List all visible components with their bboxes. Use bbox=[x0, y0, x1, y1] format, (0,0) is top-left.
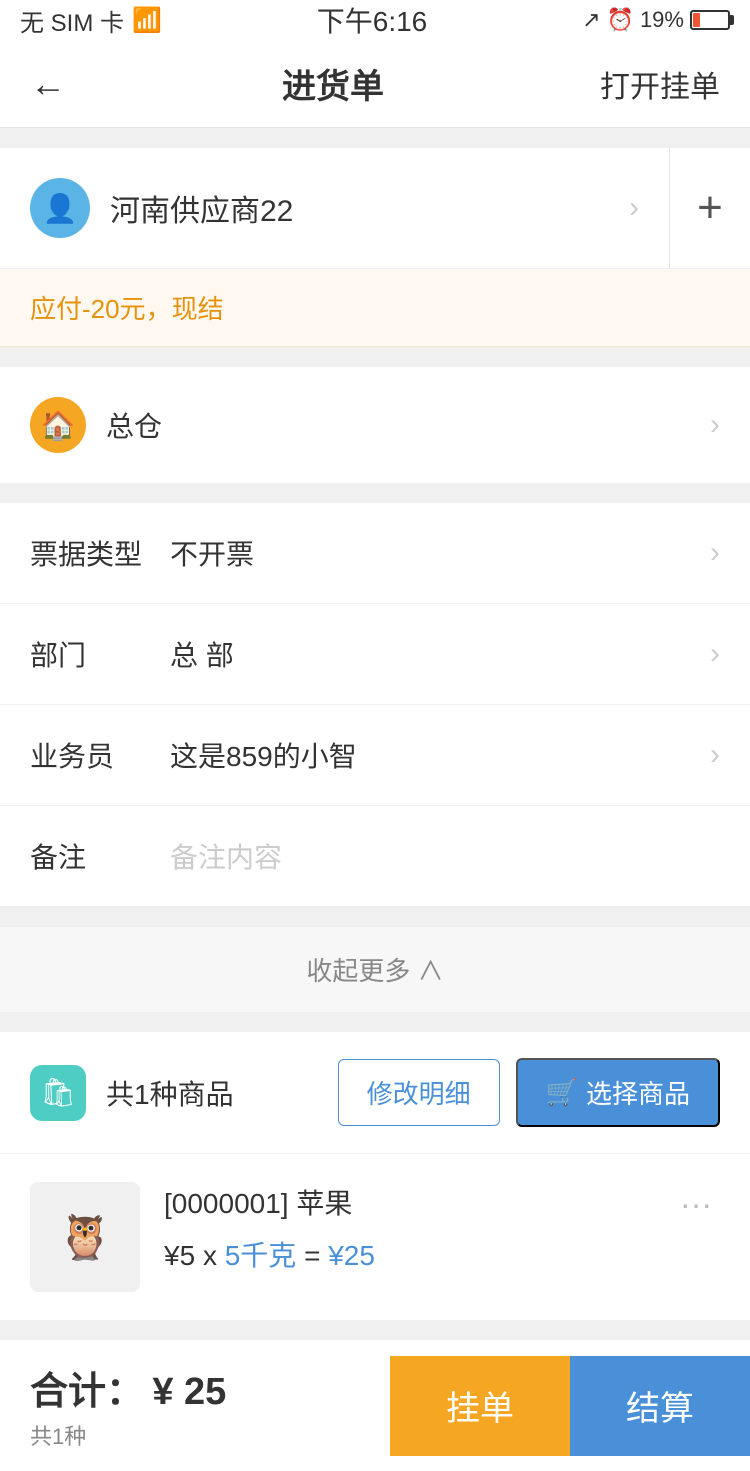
carrier-text: 无 SIM 卡 bbox=[20, 3, 124, 38]
checkout-button[interactable]: 结算 bbox=[570, 1356, 750, 1456]
supplier-avatar: 👤 bbox=[30, 178, 90, 238]
product-info: [0000001] 苹果 ¥5 x 5千克 = ¥25 bbox=[164, 1182, 672, 1274]
notice-text: 应付-20元，现结 bbox=[30, 294, 224, 324]
select-product-button[interactable]: 🛒 选择商品 bbox=[516, 1058, 720, 1127]
total-amount: ¥ 25 bbox=[152, 1371, 226, 1413]
status-right: ↗ ⏰ 19% bbox=[582, 7, 730, 33]
notice-banner: 应付-20元，现结 bbox=[0, 269, 750, 347]
wifi-icon: 📶 bbox=[132, 6, 162, 35]
price-equals: = bbox=[304, 1240, 328, 1271]
edit-detail-button[interactable]: 修改明细 bbox=[338, 1059, 500, 1126]
footer-total: 合计： ¥ 25 共1种 bbox=[0, 1340, 390, 1471]
total-amount-row: 合计： ¥ 25 bbox=[30, 1360, 360, 1415]
product-thumb-icon: 🦉 bbox=[58, 1211, 113, 1263]
page-title: 进货单 bbox=[282, 59, 384, 108]
invoice-row[interactable]: 票据类型 不开票 › bbox=[0, 503, 750, 604]
open-hang-button[interactable]: 打开挂单 bbox=[600, 62, 720, 106]
content-area: 👤 河南供应商22 › + 应付-20元，现结 🏠 总仓 › 票据类型 不开票 … bbox=[0, 148, 750, 1471]
invoice-value: 不开票 bbox=[170, 533, 710, 573]
select-product-label: 选择商品 bbox=[586, 1074, 690, 1111]
warehouse-row[interactable]: 🏠 总仓 › bbox=[0, 367, 750, 483]
footer: 合计： ¥ 25 共1种 挂单 结算 bbox=[0, 1340, 750, 1471]
remark-input[interactable]: 备注内容 bbox=[170, 836, 720, 876]
alarm-icon: ⏰ bbox=[607, 7, 634, 33]
hang-button[interactable]: 挂单 bbox=[390, 1356, 570, 1456]
collapse-button[interactable]: 收起更多 ∧ bbox=[0, 926, 750, 1012]
back-button[interactable]: ← bbox=[30, 63, 66, 105]
location-icon: ↗ bbox=[582, 7, 600, 33]
warehouse-section: 🏠 总仓 › bbox=[0, 367, 750, 483]
chevron-right-icon: › bbox=[710, 408, 720, 442]
chevron-right-icon: › bbox=[710, 536, 720, 570]
invoice-label: 票据类型 bbox=[30, 533, 170, 573]
cart-icon: 🛒 bbox=[546, 1077, 578, 1108]
remark-row[interactable]: 备注 备注内容 bbox=[0, 806, 750, 906]
department-label: 部门 bbox=[30, 634, 170, 674]
quantity-value: 5千克 bbox=[225, 1240, 297, 1271]
product-thumbnail: 🦉 bbox=[30, 1182, 140, 1292]
avatar-icon: 👤 bbox=[43, 192, 78, 225]
product-item: 🦉 [0000001] 苹果 ¥5 x 5千克 = ¥25 ··· bbox=[0, 1154, 750, 1320]
remark-label: 备注 bbox=[30, 836, 170, 876]
nav-bar: ← 进货单 打开挂单 bbox=[0, 40, 750, 128]
chevron-right-icon: › bbox=[710, 738, 720, 772]
product-code: [0000001] bbox=[164, 1188, 289, 1219]
product-title: 苹果 bbox=[296, 1188, 352, 1219]
form-section: 票据类型 不开票 › 部门 总 部 › 业务员 这是859的小智 › 备注 备注… bbox=[0, 503, 750, 906]
status-bar: 无 SIM 卡 📶 下午6:16 ↗ ⏰ 19% bbox=[0, 0, 750, 40]
warehouse-icon: 🏠 bbox=[30, 397, 86, 453]
product-price: ¥5 x 5千克 = ¥25 bbox=[164, 1234, 672, 1274]
supplier-selector[interactable]: 👤 河南供应商22 › bbox=[0, 148, 670, 268]
salesman-label: 业务员 bbox=[30, 735, 170, 775]
add-supplier-button[interactable]: + bbox=[670, 148, 750, 268]
department-value: 总 部 bbox=[170, 634, 710, 674]
total-count: 共1种 bbox=[30, 1419, 360, 1451]
product-name: [0000001] 苹果 bbox=[164, 1182, 672, 1222]
product-more-button[interactable]: ··· bbox=[672, 1182, 720, 1227]
department-row[interactable]: 部门 总 部 › bbox=[0, 604, 750, 705]
price-x: x bbox=[203, 1240, 225, 1271]
total-label: 合计： bbox=[30, 1371, 144, 1413]
status-time: 下午6:16 bbox=[317, 0, 428, 40]
warehouse-name: 总仓 bbox=[106, 405, 710, 445]
supplier-section: 👤 河南供应商22 › + bbox=[0, 148, 750, 269]
status-left: 无 SIM 卡 📶 bbox=[20, 3, 162, 38]
chevron-right-icon: › bbox=[710, 637, 720, 671]
battery-text: 19% bbox=[640, 7, 684, 33]
salesman-row[interactable]: 业务员 这是859的小智 › bbox=[0, 705, 750, 806]
total-value: ¥25 bbox=[328, 1240, 375, 1271]
product-section: 🛍 共1种商品 修改明细 🛒 选择商品 🦉 [0000001] 苹果 ¥5 x bbox=[0, 1032, 750, 1320]
product-header: 🛍 共1种商品 修改明细 🛒 选择商品 bbox=[0, 1032, 750, 1154]
battery-icon bbox=[690, 10, 730, 30]
salesman-value: 这是859的小智 bbox=[170, 735, 710, 775]
supplier-name: 河南供应商22 bbox=[110, 186, 629, 230]
price-value: ¥5 bbox=[164, 1240, 195, 1271]
product-bag-icon: 🛍 bbox=[30, 1065, 86, 1121]
product-count: 共1种商品 bbox=[106, 1073, 338, 1113]
chevron-right-icon: › bbox=[629, 191, 639, 225]
